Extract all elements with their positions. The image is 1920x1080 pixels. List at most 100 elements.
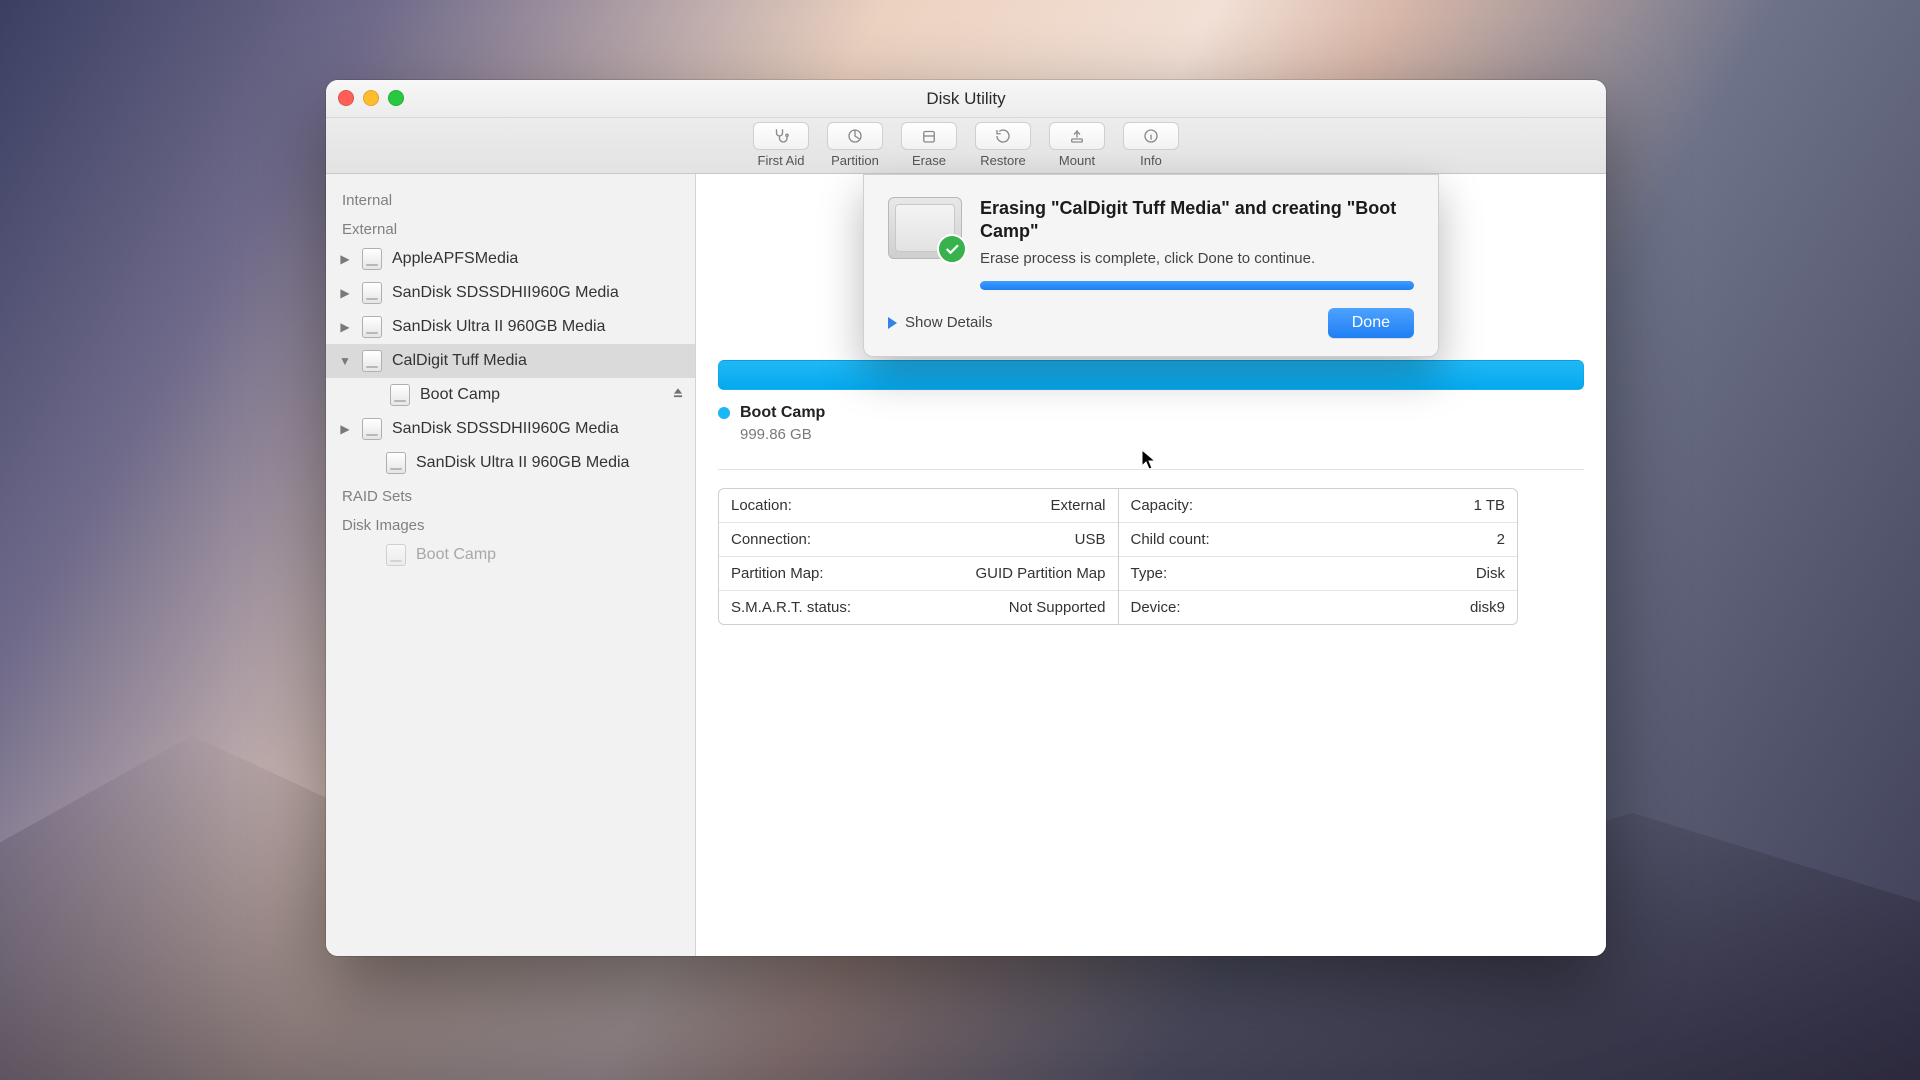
info-value: disk9	[1470, 599, 1505, 616]
info-key: Location:	[731, 497, 792, 514]
sidebar-item-volume[interactable]: Boot Camp	[326, 378, 695, 412]
toolbar-label: Mount	[1059, 153, 1095, 168]
mount-icon	[1049, 122, 1105, 150]
sidebar-item-disk[interactable]: ▶ SanDisk SDSSDHII960G Media	[326, 412, 695, 446]
sidebar-header-external: External	[326, 213, 695, 242]
info-icon	[1123, 122, 1179, 150]
toolbar-label: First Aid	[758, 153, 805, 168]
toolbar: First Aid Partition Erase Restore Mount	[326, 118, 1606, 174]
erase-icon	[901, 122, 957, 150]
info-row: Child count: 2	[1119, 523, 1518, 557]
info-row: Type: Disk	[1119, 557, 1518, 591]
sidebar-item-image[interactable]: ▶ Boot Camp	[326, 538, 695, 572]
show-details-label: Show Details	[905, 314, 993, 331]
info-key: Capacity:	[1131, 497, 1194, 514]
toolbar-label: Partition	[831, 153, 879, 168]
chevron-right-icon[interactable]: ▶	[338, 286, 352, 300]
volume-name: Boot Camp	[740, 404, 825, 422]
stethoscope-icon	[753, 122, 809, 150]
info-value: 1 TB	[1474, 497, 1505, 514]
volume-legend: Boot Camp	[718, 404, 1584, 422]
disk-image-icon	[386, 544, 406, 566]
restore-icon	[975, 122, 1031, 150]
info-key: S.M.A.R.T. status:	[731, 599, 851, 616]
mount-button[interactable]: Mount	[1041, 122, 1113, 168]
sidebar-item-disk[interactable]: ▶ SanDisk Ultra II 960GB Media	[326, 310, 695, 344]
sidebar-item-label: SanDisk SDSSDHII960G Media	[392, 284, 619, 302]
disk-info-table: Location: External Connection: USB Parti…	[718, 488, 1518, 625]
content-pane: Boot Camp 999.86 GB Location: External C…	[696, 174, 1606, 956]
info-button[interactable]: Info	[1115, 122, 1187, 168]
info-value: External	[1050, 497, 1105, 514]
sidebar-item-disk[interactable]: ▶ AppleAPFSMedia	[326, 242, 695, 276]
sidebar-item-label: CalDigit Tuff Media	[392, 352, 527, 370]
disclosure-triangle-icon	[888, 317, 897, 329]
info-value: Not Supported	[1009, 599, 1106, 616]
info-row: Device: disk9	[1119, 591, 1518, 624]
toolbar-label: Info	[1140, 153, 1162, 168]
chevron-right-icon[interactable]: ▶	[338, 320, 352, 334]
mouse-cursor-icon	[1141, 449, 1157, 471]
show-details-button[interactable]: Show Details	[888, 314, 993, 331]
toolbar-label: Erase	[912, 153, 946, 168]
legend-dot-icon	[718, 407, 730, 419]
sheet-subtitle: Erase process is complete, click Done to…	[980, 250, 1414, 267]
sidebar-item-disk[interactable]: ▶ SanDisk SDSSDHII960G Media	[326, 276, 695, 310]
window-controls	[338, 90, 404, 106]
zoom-button[interactable]	[388, 90, 404, 106]
disk-icon	[362, 350, 382, 372]
disk-icon	[386, 452, 406, 474]
partition-button[interactable]: Partition	[819, 122, 891, 168]
info-row: Connection: USB	[719, 523, 1118, 557]
titlebar[interactable]: Disk Utility	[326, 80, 1606, 118]
pie-icon	[827, 122, 883, 150]
sidebar-item-disk[interactable]: ▶ SanDisk Ultra II 960GB Media	[326, 446, 695, 480]
success-check-icon	[937, 234, 967, 264]
sidebar-item-label: AppleAPFSMedia	[392, 250, 518, 268]
restore-button[interactable]: Restore	[967, 122, 1039, 168]
info-row: Partition Map: GUID Partition Map	[719, 557, 1118, 591]
eject-icon[interactable]	[671, 386, 685, 405]
erase-complete-sheet: Erasing "CalDigit Tuff Media" and creati…	[863, 174, 1439, 357]
chevron-right-icon[interactable]: ▶	[338, 252, 352, 266]
sidebar-header-images: Disk Images	[326, 509, 695, 538]
info-row: Capacity: 1 TB	[1119, 489, 1518, 523]
info-row: Location: External	[719, 489, 1118, 523]
info-key: Device:	[1131, 599, 1181, 616]
sidebar-item-disk-selected[interactable]: ▼ CalDigit Tuff Media	[326, 344, 695, 378]
info-key: Type:	[1131, 565, 1168, 582]
window-title: Disk Utility	[926, 89, 1005, 109]
volume-size: 999.86 GB	[740, 426, 1584, 443]
first-aid-button[interactable]: First Aid	[745, 122, 817, 168]
chevron-down-icon[interactable]: ▼	[338, 354, 352, 368]
sidebar-item-label: SanDisk Ultra II 960GB Media	[392, 318, 605, 336]
sidebar-header-internal: Internal	[326, 184, 695, 213]
sidebar-item-label: SanDisk Ultra II 960GB Media	[416, 454, 629, 472]
progress-bar	[980, 281, 1414, 290]
close-button[interactable]	[338, 90, 354, 106]
sheet-title: Erasing "CalDigit Tuff Media" and creati…	[980, 197, 1414, 244]
info-value: USB	[1075, 531, 1106, 548]
toolbar-label: Restore	[980, 153, 1026, 168]
disk-icon	[362, 316, 382, 338]
divider	[718, 469, 1584, 470]
chevron-right-icon[interactable]: ▶	[338, 422, 352, 436]
info-value: Disk	[1476, 565, 1505, 582]
info-key: Partition Map:	[731, 565, 824, 582]
sidebar-item-label: SanDisk SDSSDHII960G Media	[392, 420, 619, 438]
done-button[interactable]: Done	[1328, 308, 1414, 338]
info-key: Child count:	[1131, 531, 1210, 548]
volume-icon	[390, 384, 410, 406]
disk-icon	[362, 282, 382, 304]
minimize-button[interactable]	[363, 90, 379, 106]
progress-fill	[980, 281, 1414, 290]
sidebar-item-label: Boot Camp	[420, 386, 500, 404]
info-value: 2	[1497, 531, 1505, 548]
disk-utility-window: Disk Utility First Aid Partition Erase R…	[326, 80, 1606, 956]
sidebar[interactable]: Internal External ▶ AppleAPFSMedia ▶ San…	[326, 174, 696, 956]
disk-icon	[362, 248, 382, 270]
info-value: GUID Partition Map	[975, 565, 1105, 582]
erase-button[interactable]: Erase	[893, 122, 965, 168]
disk-icon	[362, 418, 382, 440]
drive-icon	[888, 197, 962, 259]
